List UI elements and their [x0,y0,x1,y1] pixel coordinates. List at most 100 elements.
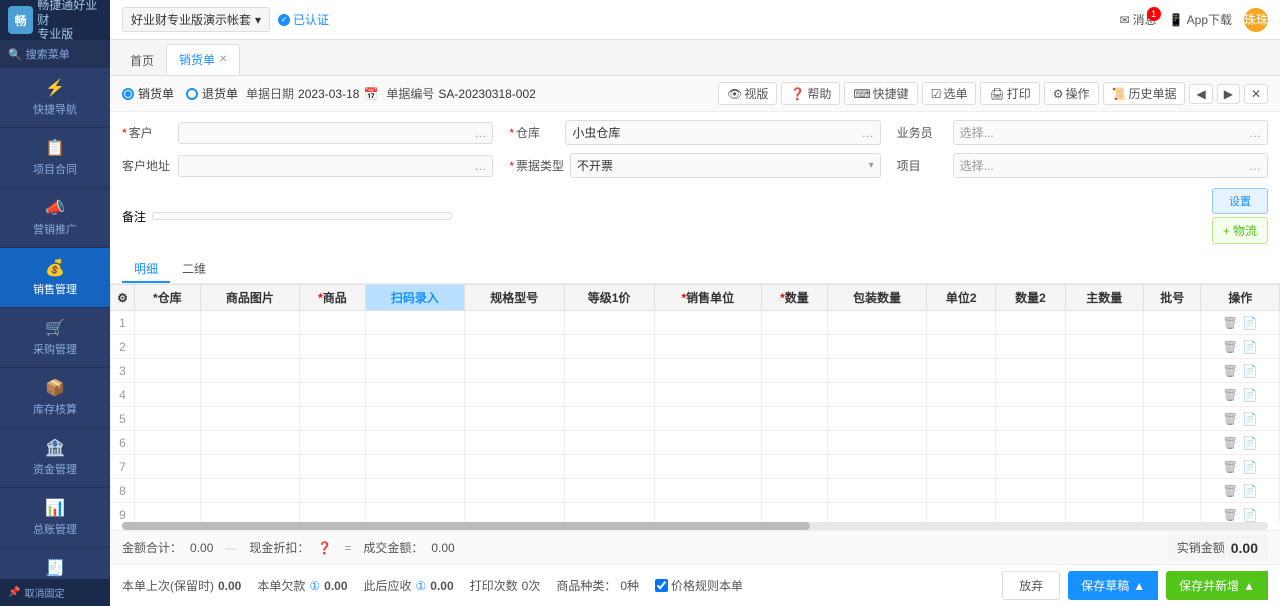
cell-warehouse[interactable] [135,503,201,523]
cell-spec[interactable] [465,359,564,383]
cell-pack-qty[interactable] [827,335,926,359]
cell-product-img[interactable] [200,503,299,523]
cell-spec[interactable] [465,479,564,503]
company-selector[interactable]: 好业财专业版演示帐套 ▾ [122,7,270,32]
cell-sales-unit[interactable] [654,479,762,503]
cell-warehouse[interactable] [135,335,201,359]
settings-action-btn[interactable]: 设置 [1212,188,1268,214]
copy-icon[interactable]: 📄 [1242,459,1258,475]
cell-product[interactable] [300,383,366,407]
cell-spec[interactable] [465,383,564,407]
cell-main-qty[interactable] [1065,455,1143,479]
delete-icon[interactable]: 🗑 [1222,507,1238,523]
cell-batch-import[interactable] [365,431,464,455]
cell-quantity[interactable] [762,359,828,383]
table-row[interactable]: 1 🗑 📄 [111,311,1280,335]
tab-sales-order[interactable]: 销货单 ✕ [166,44,240,75]
memo-input[interactable] [152,212,452,220]
cell-product[interactable] [300,503,366,523]
calendar-icon[interactable]: 📅 [363,87,378,101]
delete-icon[interactable]: 🗑 [1222,435,1238,451]
avatar[interactable]: 珠珠 [1244,8,1268,32]
cell-pack-qty[interactable] [827,503,926,523]
cell-warehouse[interactable] [135,383,201,407]
cell-unit2[interactable] [927,383,996,407]
cell-batch-import[interactable] [365,383,464,407]
cell-price1[interactable] [564,479,654,503]
table-row[interactable]: 3 🗑 📄 [111,359,1280,383]
sidebar-item-accounting[interactable]: 📊 总账管理 [0,488,110,548]
cell-batch[interactable] [1143,383,1201,407]
order-no-value[interactable]: SA-20230318-002 [438,87,535,101]
cell-qty2[interactable] [996,407,1065,431]
cell-sales-unit[interactable] [654,311,762,335]
cell-quantity[interactable] [762,503,828,523]
copy-icon[interactable]: 📄 [1242,339,1258,355]
radio-return-order[interactable]: 退货单 [186,85,238,102]
cell-unit2[interactable] [927,503,996,523]
address-input[interactable]: … [178,155,493,177]
form-close-btn[interactable]: ✕ [1244,84,1268,104]
copy-icon[interactable]: 📄 [1242,435,1258,451]
cell-batch[interactable] [1143,407,1201,431]
cell-batch[interactable] [1143,335,1201,359]
cell-pack-qty[interactable] [827,407,926,431]
sidebar-item-capital[interactable]: 🏦 资金管理 [0,428,110,488]
table-row[interactable]: 6 🗑 📄 [111,431,1280,455]
cell-product[interactable] [300,359,366,383]
project-input[interactable]: 选择... … [953,153,1268,178]
cell-price1[interactable] [564,455,654,479]
delete-icon[interactable]: 🗑 [1222,483,1238,499]
cell-unit2[interactable] [927,407,996,431]
copy-icon[interactable]: 📄 [1242,363,1258,379]
cell-quantity[interactable] [762,455,828,479]
date-value[interactable]: 2023-03-18 [298,87,359,101]
sidebar-unpin-btn[interactable]: 📌 取消固定 [0,579,110,606]
shortcuts-btn[interactable]: ⌨ 快捷键 [844,82,917,105]
cell-batch[interactable] [1143,479,1201,503]
cell-qty2[interactable] [996,359,1065,383]
cell-price1[interactable] [564,431,654,455]
sidebar-item-sales[interactable]: 💰 销售管理 [0,248,110,308]
logistics-action-btn[interactable]: + 物流 [1212,217,1268,244]
cell-quantity[interactable] [762,335,828,359]
cell-qty2[interactable] [996,383,1065,407]
cell-unit2[interactable] [927,479,996,503]
cell-qty2[interactable] [996,455,1065,479]
sidebar-item-invoice[interactable]: 🧾 发票管理 [0,548,110,579]
cell-sales-unit[interactable] [654,431,762,455]
tab-detail[interactable]: 明细 [122,256,170,283]
sidebar-item-quick-nav[interactable]: ⚡ 快捷导航 [0,68,110,128]
tab-home[interactable]: 首页 [118,46,166,75]
delete-icon[interactable]: 🗑 [1222,459,1238,475]
cell-main-qty[interactable] [1065,431,1143,455]
cell-product-img[interactable] [200,407,299,431]
message-btn[interactable]: ✉ 消息 1 [1120,11,1157,28]
table-row[interactable]: 8 🗑 📄 [111,479,1280,503]
cell-product-img[interactable] [200,335,299,359]
horizontal-scrollbar[interactable] [122,522,1268,530]
cell-unit2[interactable] [927,455,996,479]
cell-qty2[interactable] [996,503,1065,523]
delete-icon[interactable]: 🗑 [1222,315,1238,331]
cell-spec[interactable] [465,311,564,335]
history-btn[interactable]: 📜 历史单据 [1103,82,1186,105]
cell-price1[interactable] [564,359,654,383]
staff-input[interactable]: 选择... … [953,120,1268,145]
cell-batch-import[interactable] [365,311,464,335]
sidebar-item-project[interactable]: 📋 项目合同 [0,128,110,188]
cell-batch[interactable] [1143,431,1201,455]
prev-btn[interactable]: ◀ [1189,84,1212,104]
settings-header-icon[interactable]: ⚙ [117,291,128,305]
cell-product-img[interactable] [200,455,299,479]
table-row[interactable]: 5 🗑 📄 [111,407,1280,431]
radio-sales-order[interactable]: 销货单 [122,85,174,102]
sidebar-item-inventory[interactable]: 📦 库存核算 [0,368,110,428]
cell-warehouse[interactable] [135,455,201,479]
copy-icon[interactable]: 📄 [1242,507,1258,523]
cell-spec[interactable] [465,455,564,479]
next-btn[interactable]: ▶ [1217,84,1240,104]
delete-icon[interactable]: 🗑 [1222,411,1238,427]
cell-qty2[interactable] [996,335,1065,359]
cell-batch[interactable] [1143,311,1201,335]
